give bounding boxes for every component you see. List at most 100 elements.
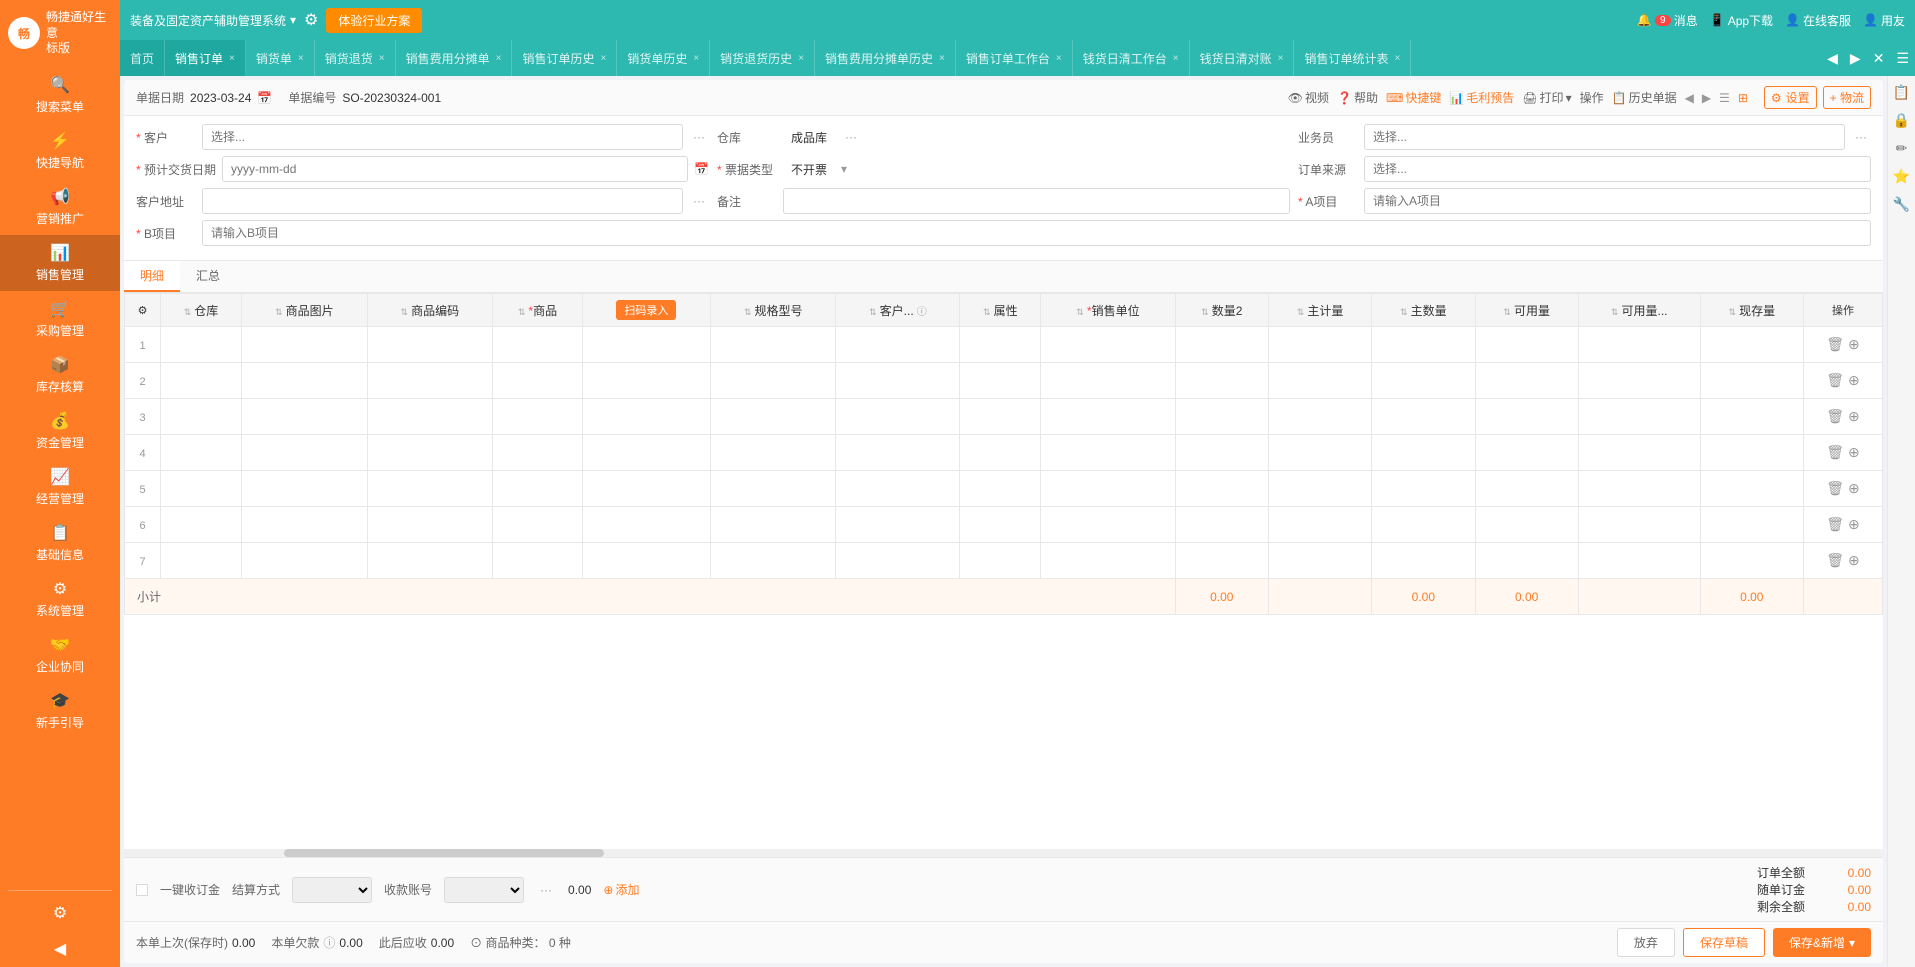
right-panel-icon-3[interactable]: ✏: [1890, 136, 1914, 160]
sidebar-item-quicknav[interactable]: ⚡ 快捷导航: [0, 123, 120, 179]
app-download-item[interactable]: 📱 App下载: [1710, 12, 1773, 29]
customer-more-btn[interactable]: ···: [689, 130, 709, 144]
tab-sales-note[interactable]: 销货单 ×: [246, 40, 315, 76]
tab-statistics[interactable]: 销售订单统计表 ×: [1294, 40, 1411, 76]
row1-attr[interactable]: [960, 327, 1041, 363]
tab-note-history[interactable]: 销货单历史 ×: [617, 40, 710, 76]
tab-prev-icon[interactable]: ◀: [1821, 50, 1844, 67]
right-panel-icon-5[interactable]: 🔧: [1890, 192, 1914, 216]
row7-copy-icon[interactable]: ⊕: [1848, 552, 1860, 569]
tab-menu-icon[interactable]: ☰: [1890, 50, 1915, 67]
row1-copy-icon[interactable]: ⊕: [1848, 336, 1860, 353]
tab-order-workbench[interactable]: 销售订单工作台 ×: [956, 40, 1073, 76]
scrollbar-container[interactable]: [124, 849, 1883, 857]
row2-current-stock[interactable]: [1700, 363, 1803, 399]
tab-close-all-icon[interactable]: ✕: [1867, 50, 1891, 67]
close-tab-return[interactable]: ×: [379, 53, 385, 64]
row2-spec[interactable]: [710, 363, 836, 399]
row1-qty2[interactable]: [1175, 327, 1268, 363]
close-tab-expense-split[interactable]: ×: [496, 53, 502, 64]
close-tab-cash-workbench[interactable]: ×: [1173, 53, 1179, 64]
tab-home[interactable]: 首页: [120, 40, 165, 76]
row3-delete-icon[interactable]: 🗑: [1826, 408, 1844, 425]
view-btn[interactable]: 👁 视频: [1288, 89, 1329, 106]
row2-main-measure[interactable]: [1268, 363, 1371, 399]
help-btn[interactable]: ❓ 帮助: [1337, 89, 1378, 106]
sidebar-item-operations[interactable]: 📈 经营管理: [0, 459, 120, 515]
row1-main-measure[interactable]: [1268, 327, 1371, 363]
row2-delete-icon[interactable]: 🗑: [1826, 372, 1844, 389]
payment-method-select[interactable]: [292, 877, 372, 903]
industry-btn[interactable]: 体验行业方案: [326, 8, 422, 33]
close-tab-sales-order[interactable]: ×: [229, 53, 235, 64]
right-panel-icon-4[interactable]: ⭐: [1890, 164, 1914, 188]
row1-main-qty[interactable]: [1372, 327, 1475, 363]
customer-input[interactable]: [202, 124, 683, 150]
tab-expense-history[interactable]: 销售费用分摊单历史 ×: [815, 40, 956, 76]
row2-warehouse[interactable]: [161, 363, 242, 399]
salesperson-more-btn[interactable]: ···: [1851, 130, 1871, 144]
save-new-btn[interactable]: 保存&新增 ▾: [1773, 928, 1871, 957]
row1-code[interactable]: [367, 327, 493, 363]
close-tab-statistics[interactable]: ×: [1394, 53, 1400, 64]
detail-tab-summary[interactable]: 汇总: [180, 261, 236, 292]
address-more-btn[interactable]: ···: [689, 194, 709, 208]
calendar-icon[interactable]: 📅: [257, 91, 272, 105]
row7-delete-icon[interactable]: 🗑: [1826, 552, 1844, 569]
tab-reconcile[interactable]: 钱货日清对账 ×: [1190, 40, 1295, 76]
sidebar-item-inventory[interactable]: 📦 库存核算: [0, 347, 120, 403]
col-scan[interactable]: 扫码录入: [582, 294, 710, 327]
project-b-input[interactable]: [202, 220, 1871, 246]
row6-copy-icon[interactable]: ⊕: [1848, 516, 1860, 533]
row1-delete-icon[interactable]: 🗑: [1826, 336, 1844, 353]
row2-image[interactable]: [242, 363, 368, 399]
save-draft-btn[interactable]: 保存草稿: [1683, 928, 1765, 957]
row6-delete-icon[interactable]: 🗑: [1826, 516, 1844, 533]
delivery-date-input[interactable]: [222, 156, 688, 182]
sidebar-item-settings[interactable]: ⚙: [0, 895, 120, 931]
print-btn[interactable]: 🖨 打印 ▾: [1522, 89, 1571, 106]
row3-copy-icon[interactable]: ⊕: [1848, 408, 1860, 425]
tab-return-history[interactable]: 销货退货历史 ×: [710, 40, 815, 76]
user-item[interactable]: 👤 用友: [1863, 12, 1905, 29]
sidebar-item-collapse[interactable]: ◀: [0, 931, 120, 967]
row4-copy-icon[interactable]: ⊕: [1848, 444, 1860, 461]
tab-next-icon[interactable]: ▶: [1844, 50, 1867, 67]
dropdown-arrow-icon[interactable]: ▾: [290, 13, 296, 27]
close-tab-expense-history[interactable]: ×: [939, 53, 945, 64]
history-btn[interactable]: 📋 历史单据: [1612, 89, 1677, 106]
close-tab-reconcile[interactable]: ×: [1278, 53, 1284, 64]
notes-input[interactable]: [783, 188, 1290, 214]
row2-attr[interactable]: [960, 363, 1041, 399]
one-click-checkbox[interactable]: [136, 884, 148, 896]
tab-sales-order[interactable]: 销售订单 ×: [165, 40, 246, 76]
sidebar-item-finance[interactable]: 💰 资金管理: [0, 403, 120, 459]
row2-product[interactable]: [493, 363, 583, 399]
shortcut-btn[interactable]: ⌨ 快捷键: [1386, 89, 1441, 106]
row5-delete-icon[interactable]: 🗑: [1826, 480, 1844, 497]
row1-warehouse[interactable]: [161, 327, 242, 363]
scan-btn[interactable]: 扫码录入: [616, 300, 676, 320]
list-view-icon[interactable]: ☰: [1719, 91, 1730, 105]
sidebar-item-search[interactable]: 🔍 搜索菜单: [0, 67, 120, 123]
sidebar-item-sales[interactable]: 📊 销售管理: [0, 235, 120, 291]
project-a-input[interactable]: [1364, 188, 1871, 214]
add-btn[interactable]: ⊕ 添加: [603, 881, 639, 898]
tab-return[interactable]: 销货退货 ×: [315, 40, 396, 76]
close-tab-sales-note[interactable]: ×: [298, 53, 304, 64]
row2-code[interactable]: [367, 363, 493, 399]
notification-item[interactable]: 🔔 9 🔔 消息: [1637, 12, 1698, 29]
row2-customer[interactable]: [836, 363, 960, 399]
address-input[interactable]: [202, 188, 683, 214]
row1-available[interactable]: [1475, 327, 1578, 363]
right-panel-icon-2[interactable]: 🔒: [1890, 108, 1914, 132]
row5-copy-icon[interactable]: ⊕: [1848, 480, 1860, 497]
row2-available2[interactable]: [1578, 363, 1700, 399]
delivery-calendar-icon[interactable]: 📅: [694, 162, 709, 176]
settings-top-btn[interactable]: ⚙ 设置: [1764, 86, 1817, 109]
row2-copy-icon[interactable]: ⊕: [1848, 372, 1860, 389]
online-service-item[interactable]: 👤 在线客服: [1785, 12, 1851, 29]
close-tab-note-history[interactable]: ×: [693, 53, 699, 64]
discard-btn[interactable]: 放弃: [1617, 928, 1675, 957]
nav-next-icon[interactable]: ▶: [1702, 91, 1711, 105]
